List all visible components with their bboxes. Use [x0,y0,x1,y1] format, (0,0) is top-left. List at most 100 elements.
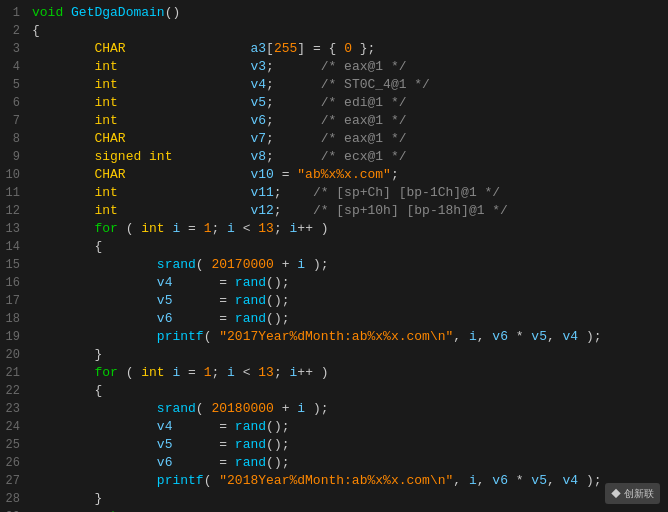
line-code: int v6; /* eax@1 */ [28,112,407,129]
punct: ; [211,365,227,380]
code-text [32,113,94,128]
line-code: for ( int i = 1; i < 13; i++ ) [28,364,329,381]
punct: (); [266,293,289,308]
code-text [274,95,321,110]
var-name: i [469,473,477,488]
line-number: 25 [0,437,28,454]
punct: * [508,329,531,344]
code-text [118,77,251,92]
line-number: 2 [0,23,28,40]
code-text [32,77,94,92]
code-line: 22 { [0,382,668,400]
punct: = [172,275,234,290]
line-code: { [28,238,102,255]
line-number: 17 [0,293,28,310]
num: 13 [258,221,274,236]
code-line: 13 for ( int i = 1; i < 13; i++ ) [0,220,668,238]
punct: ); [578,329,601,344]
line-code: int v4; /* ST0C_4@1 */ [28,76,430,93]
str: "2018Year%dMonth:ab%x%x.com\n" [219,473,453,488]
var-name: v6 [157,311,173,326]
code-line: 17 v5 = rand(); [0,292,668,310]
code-text [118,59,251,74]
line-code: CHAR a3[255] = { 0 }; [28,40,375,57]
punct: (); [266,437,289,452]
line-code: { [28,382,102,399]
num: 255 [274,41,297,56]
var-name: i [469,329,477,344]
kw-yellow: CHAR [94,41,125,56]
line-number: 3 [0,41,28,58]
punct: = [274,167,297,182]
code-line: 15 srand( 20170000 + i ); [0,256,668,274]
punct [63,5,71,20]
code-line: 5 int v4; /* ST0C_4@1 */ [0,76,668,94]
punct: ( [196,257,212,272]
code-line: 10 CHAR v10 = "ab%x%x.com"; [0,166,668,184]
kw-yellow: int [141,221,164,236]
line-number: 20 [0,347,28,364]
kw-comment: /* [sp+10h] [bp-18h]@1 */ [313,203,508,218]
kw-comment: /* eax@1 */ [321,59,407,74]
var-name: v4 [157,419,173,434]
punct: ; [274,185,282,200]
line-code: printf( "2017Year%dMonth:ab%x%x.com\n", … [28,328,602,345]
punct: = [172,437,234,452]
line-number: 15 [0,257,28,274]
line-number: 14 [0,239,28,256]
code-line: 23 srand( 20180000 + i ); [0,400,668,418]
code-text [32,329,157,344]
code-line: 14 { [0,238,668,256]
line-number: 4 [0,59,28,76]
var-name: v3 [250,59,266,74]
punct: [ [266,41,274,56]
punct: { [32,23,40,38]
code-line: 20 } [0,346,668,364]
line-number: 8 [0,131,28,148]
line-number: 28 [0,491,28,508]
line-number: 11 [0,185,28,202]
var-name: v6 [157,455,173,470]
kw-comment: /* eax@1 */ [321,131,407,146]
code-line: 27 printf( "2018Year%dMonth:ab%x%x.com\n… [0,472,668,490]
code-line: 24 v4 = rand(); [0,418,668,436]
code-text [32,473,157,488]
num: 20180000 [211,401,273,416]
kw-yellow: CHAR [94,167,125,182]
var-name: v5 [157,293,173,308]
var-name: v11 [250,185,273,200]
line-code: v6 = rand(); [28,454,289,471]
punct: ( [204,473,220,488]
punct: ( [196,401,212,416]
code-text [32,455,157,470]
punct: + [274,257,297,272]
punct: ; [274,203,282,218]
code-text [32,131,94,146]
line-number: 22 [0,383,28,400]
fn-name: rand [235,437,266,452]
var-name: v5 [531,473,547,488]
line-code: signed int v8; /* ecx@1 */ [28,148,407,165]
punct: ; [274,365,290,380]
punct: ; [211,221,227,236]
var-name: v5 [531,329,547,344]
line-code: v6 = rand(); [28,310,289,327]
punct: { [94,383,102,398]
var-name: v8 [250,149,266,164]
code-text [32,275,157,290]
kw-comment: /* edi@1 */ [321,95,407,110]
punct: , [547,329,563,344]
line-number: 23 [0,401,28,418]
code-line: 29 return; [0,508,668,512]
punct: = [172,311,234,326]
line-code: CHAR v10 = "ab%x%x.com"; [28,166,399,183]
kw-comment: /* ecx@1 */ [321,149,407,164]
fn-name: GetDgaDomain [71,5,165,20]
kw-yellow: int [94,95,117,110]
code-text [32,95,94,110]
punct: , [547,473,563,488]
code-line: 26 v6 = rand(); [0,454,668,472]
punct: ( [118,221,141,236]
var-name: i [227,365,235,380]
num: 0 [344,41,352,56]
